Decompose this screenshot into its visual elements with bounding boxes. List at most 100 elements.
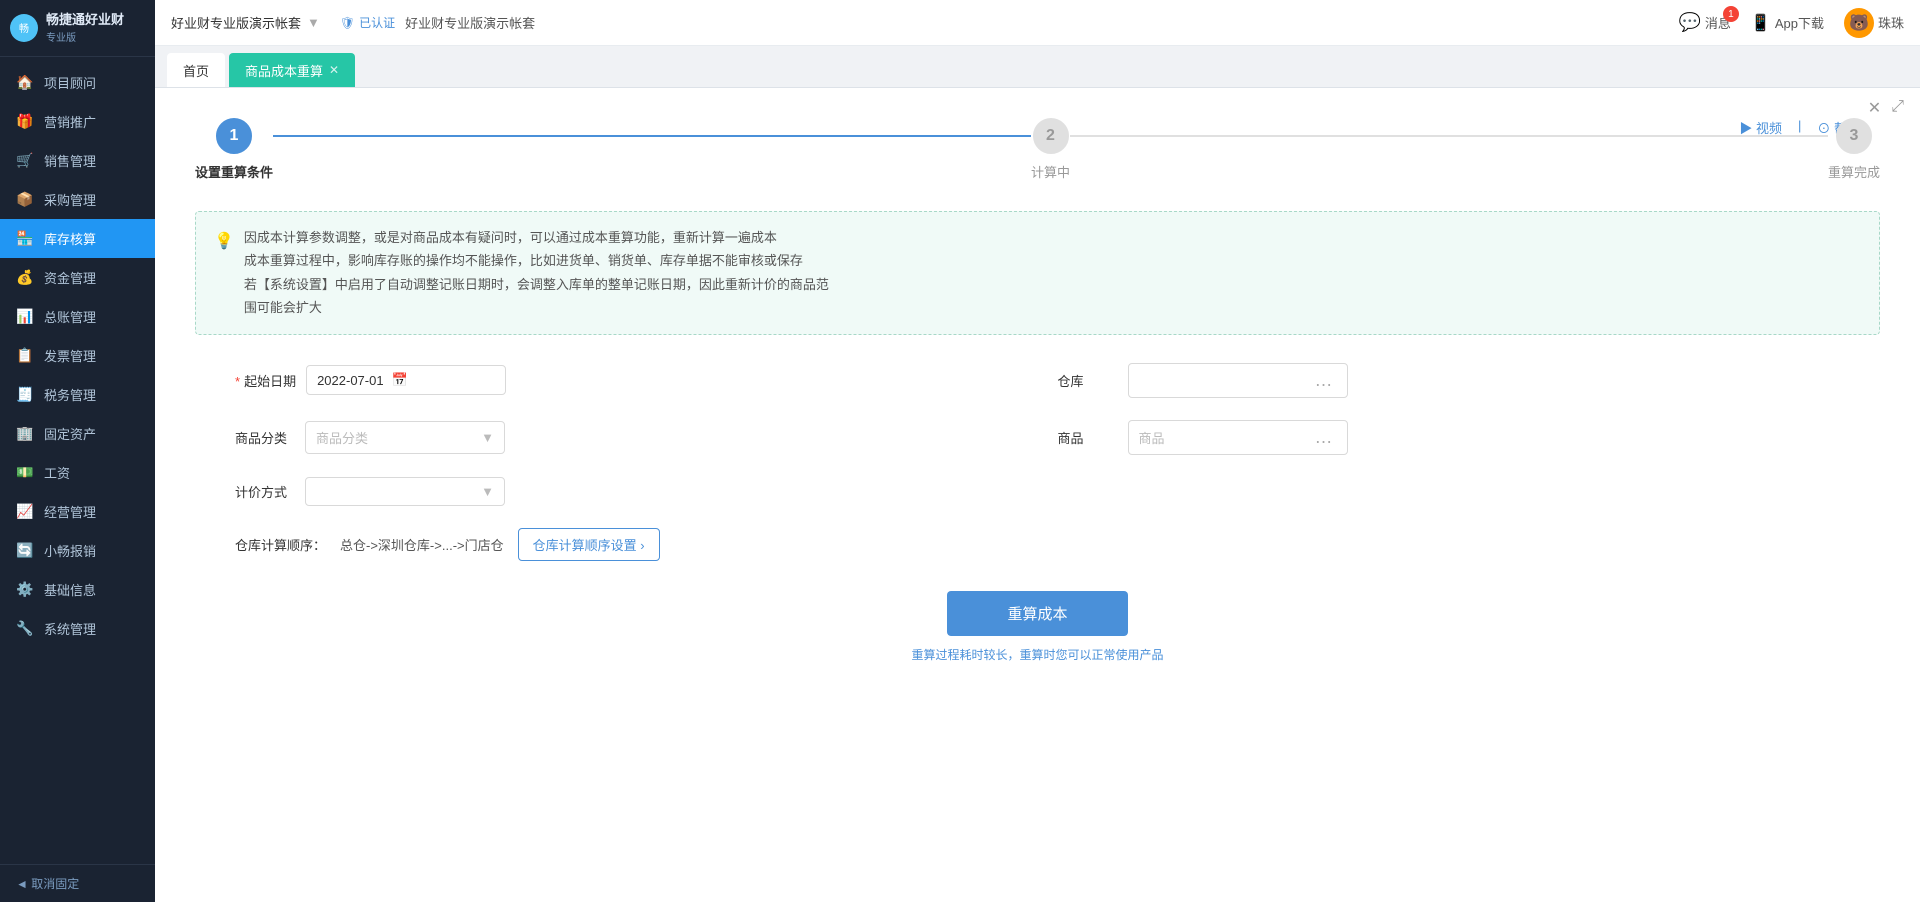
step-2: 2 计算中 (1031, 118, 1070, 181)
category-dropdown-icon[interactable]: ▼ (481, 430, 494, 445)
sidebar-unpin-btn[interactable]: ◄ 取消固定 (0, 864, 155, 902)
account-name: 好业财专业版演示帐套 (171, 13, 301, 32)
help-separator: | (1798, 118, 1801, 137)
sidebar-item-marketing[interactable]: 🎁 营销推广 (0, 102, 155, 141)
goods-more-icon[interactable]: … (1311, 427, 1337, 448)
step-1: 1 设置重算条件 (195, 118, 273, 181)
start-date-input[interactable]: 2022-07-01 📅 (306, 365, 506, 395)
category-label: 商品分类 (235, 428, 295, 447)
form-section: *起始日期 2022-07-01 📅 仓库 … (195, 363, 1880, 561)
info-line-1: 因成本计算参数调整，或是对商品成本有疑问时，可以通过成本重算功能，重新计算一遍成… (244, 226, 829, 249)
steps-bar: 1 设置重算条件 2 计算中 3 重算完成 (195, 118, 1880, 181)
ledger-icon: 📊 (16, 307, 34, 325)
sidebar-label-tax: 税务管理 (44, 385, 96, 404)
expense-icon: 🔄 (16, 541, 34, 559)
basics-icon: ⚙️ (16, 580, 34, 598)
app-download-btn[interactable]: 📱 App下载 (1751, 13, 1824, 33)
step-label-2: 计算中 (1031, 162, 1070, 181)
sidebar-item-sales[interactable]: 🛒 销售管理 (0, 141, 155, 180)
topbar-right: 💬 消息 1 📱 App下载 🐻 珠珠 (1678, 8, 1904, 38)
start-date-field: *起始日期 2022-07-01 📅 (235, 365, 1018, 395)
info-line-4: 围可能会扩大 (244, 296, 829, 319)
message-icon: 💬 (1678, 12, 1700, 33)
inventory-icon: 🏪 (16, 229, 34, 247)
sidebar-label-ledger: 总账管理 (44, 307, 96, 326)
app-subtitle: 专业版 (46, 29, 124, 44)
sidebar-footer-label: ◄ 取消固定 (16, 875, 79, 892)
sidebar-item-operations[interactable]: 📈 经营管理 (0, 492, 155, 531)
sidebar-item-expense[interactable]: 🔄 小畅报销 (0, 531, 155, 570)
warehouse-input[interactable]: … (1128, 363, 1348, 398)
info-text: 因成本计算参数调整，或是对商品成本有疑问时，可以通过成本重算功能，重新计算一遍成… (244, 226, 829, 320)
info-box: 💡 因成本计算参数调整，或是对商品成本有疑问时，可以通过成本重算功能，重新计算一… (195, 211, 1880, 335)
sidebar-label-assets: 固定资产 (44, 424, 96, 443)
calendar-icon[interactable]: 📅 (392, 372, 408, 388)
sidebar-item-basics[interactable]: ⚙️ 基础信息 (0, 570, 155, 609)
main-area: 好业财专业版演示帐套 ▼ 🛡 已认证 好业财专业版演示帐套 💬 消息 1 📱 A… (155, 0, 1920, 902)
category-input[interactable]: 商品分类 ▼ (305, 421, 505, 454)
sidebar: 畅 畅捷通好业财 专业版 🏠 项目顾问 🎁 营销推广 🛒 销售管理 📦 采购管理… (0, 0, 155, 902)
goods-input[interactable]: 商品 … (1128, 420, 1348, 455)
pricing-input[interactable]: ▼ (305, 477, 505, 506)
sidebar-label-expense: 小畅报销 (44, 541, 96, 560)
sidebar-item-invoice[interactable]: 📋 发票管理 (0, 336, 155, 375)
sidebar-nav: 🏠 项目顾问 🎁 营销推广 🛒 销售管理 📦 采购管理 🏪 库存核算 💰 资金管… (0, 57, 155, 864)
sales-icon: 🛒 (16, 151, 34, 169)
tab-home-label: 首页 (183, 61, 209, 80)
shield-icon: 🛡 (340, 16, 355, 30)
info-line-3: 若【系统设置】中启用了自动调整记账日期时，会调整入库单的整单记账日期，因此重新计… (244, 273, 829, 296)
tab-recalc[interactable]: 商品成本重算 ✕ (229, 53, 355, 87)
user-avatar-btn[interactable]: 🐻 珠珠 (1844, 8, 1904, 38)
sidebar-label-inventory: 库存核算 (44, 229, 96, 248)
sidebar-item-ledger[interactable]: 📊 总账管理 (0, 297, 155, 336)
category-placeholder: 商品分类 (316, 428, 368, 447)
step-line-1 (273, 135, 1031, 137)
video-link[interactable]: ▶ 视频 (1739, 118, 1782, 137)
sidebar-item-assets[interactable]: 🏢 固定资产 (0, 414, 155, 453)
sidebar-label-marketing: 营销推广 (44, 112, 96, 131)
sidebar-label-basics: 基础信息 (44, 580, 96, 599)
operations-icon: 📈 (16, 502, 34, 520)
sidebar-label-invoice: 发票管理 (44, 346, 96, 365)
verified-badge: 🛡 已认证 (340, 14, 395, 31)
close-btn[interactable]: ✕ (1868, 98, 1881, 118)
recalc-note: 重算过程耗时较长，重算时您可以正常使用产品 (911, 646, 1163, 663)
sidebar-label-finance: 资金管理 (44, 268, 96, 287)
start-date-value: 2022-07-01 (317, 373, 384, 388)
app-logo: 畅 (10, 14, 38, 42)
finance-icon: 💰 (16, 268, 34, 286)
sidebar-item-tax[interactable]: 🧾 税务管理 (0, 375, 155, 414)
goods-placeholder: 商品 (1139, 428, 1165, 447)
tab-home[interactable]: 首页 (167, 53, 225, 87)
recalc-button[interactable]: 重算成本 (947, 591, 1127, 636)
step-label-1: 设置重算条件 (195, 162, 273, 181)
warehouse-order-value: 总仓->深圳仓库->...->门店仓 (340, 535, 504, 554)
step-label-3: 重算完成 (1828, 162, 1880, 181)
warehouse-more-icon[interactable]: … (1311, 370, 1337, 391)
form-row-2: 商品分类 商品分类 ▼ 商品 商品 … (235, 420, 1840, 455)
start-date-label: *起始日期 (235, 371, 296, 390)
topbar: 好业财专业版演示帐套 ▼ 🛡 已认证 好业财专业版演示帐套 💬 消息 1 📱 A… (155, 0, 1920, 46)
warehouse-order-settings-btn[interactable]: 仓库计算顺序设置 › (518, 528, 660, 561)
info-icon: 💡 (214, 228, 234, 320)
pricing-dropdown-icon[interactable]: ▼ (481, 484, 494, 499)
warehouse-field: 仓库 … (1058, 363, 1841, 398)
account-selector[interactable]: 好业财专业版演示帐套 ▼ (171, 13, 320, 32)
sidebar-item-payroll[interactable]: 💵 工资 (0, 453, 155, 492)
expand-btn[interactable]: ⤢ (1891, 98, 1904, 118)
required-mark: * (235, 374, 240, 389)
sidebar-label-purchase: 采购管理 (44, 190, 96, 209)
pricing-label: 计价方式 (235, 482, 295, 501)
tab-close-icon[interactable]: ✕ (329, 63, 339, 77)
sidebar-item-inventory[interactable]: 🏪 库存核算 (0, 219, 155, 258)
message-badge: 1 (1723, 6, 1739, 22)
step-3: 3 重算完成 (1828, 118, 1880, 181)
sidebar-item-project[interactable]: 🏠 项目顾问 (0, 63, 155, 102)
message-btn[interactable]: 💬 消息 1 (1678, 12, 1730, 33)
account-dropdown-icon[interactable]: ▼ (307, 15, 320, 30)
goods-field: 商品 商品 … (1058, 420, 1841, 455)
sidebar-item-finance[interactable]: 💰 资金管理 (0, 258, 155, 297)
sidebar-item-purchase[interactable]: 📦 采购管理 (0, 180, 155, 219)
sidebar-item-system[interactable]: 🔧 系统管理 (0, 609, 155, 648)
sidebar-label-project: 项目顾问 (44, 73, 96, 92)
